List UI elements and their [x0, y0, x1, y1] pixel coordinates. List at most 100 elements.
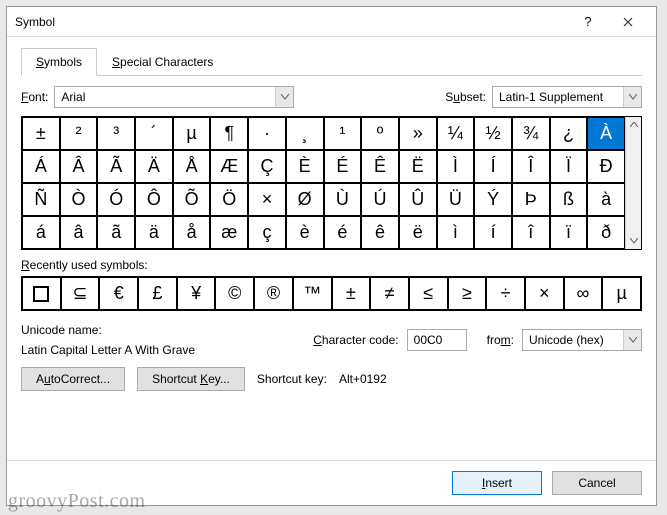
- symbol-cell[interactable]: ×: [248, 183, 286, 216]
- symbol-cell[interactable]: ±: [22, 117, 60, 150]
- tab-special-characters[interactable]: Special Characters: [97, 48, 228, 76]
- titlebar: Symbol ?: [7, 7, 656, 37]
- symbol-cell[interactable]: Ú: [361, 183, 399, 216]
- chevron-down-icon: [623, 330, 641, 350]
- symbol-cell[interactable]: Ê: [361, 150, 399, 183]
- symbol-cell[interactable]: Ð: [587, 150, 625, 183]
- symbol-cell[interactable]: Þ: [512, 183, 550, 216]
- recent-symbol-cell[interactable]: ∞: [564, 277, 603, 310]
- scroll-track[interactable]: [626, 133, 641, 233]
- recent-symbol-cell[interactable]: ≠: [370, 277, 409, 310]
- symbol-cell[interactable]: ï: [550, 216, 588, 249]
- symbol-cell[interactable]: ¶: [210, 117, 248, 150]
- symbol-cell[interactable]: å: [173, 216, 211, 249]
- symbol-cell[interactable]: À: [587, 117, 625, 150]
- symbol-cell[interactable]: ã: [97, 216, 135, 249]
- symbol-cell[interactable]: Ì: [437, 150, 475, 183]
- symbol-cell[interactable]: Ô: [135, 183, 173, 216]
- symbol-cell[interactable]: ä: [135, 216, 173, 249]
- recent-symbol-cell[interactable]: [22, 277, 61, 310]
- symbol-cell[interactable]: á: [22, 216, 60, 249]
- symbol-cell[interactable]: é: [324, 216, 362, 249]
- from-label: from:: [487, 333, 514, 347]
- recent-symbol-cell[interactable]: ©: [215, 277, 254, 310]
- symbol-cell[interactable]: à: [587, 183, 625, 216]
- autocorrect-button[interactable]: AutoCorrect...: [21, 367, 125, 391]
- recent-symbol-cell[interactable]: €: [99, 277, 138, 310]
- symbol-cell[interactable]: è: [286, 216, 324, 249]
- symbol-cell[interactable]: ¹: [324, 117, 362, 150]
- symbol-cell[interactable]: ·: [248, 117, 286, 150]
- help-button[interactable]: ?: [568, 8, 608, 36]
- symbol-cell[interactable]: É: [324, 150, 362, 183]
- recent-symbol-cell[interactable]: ≥: [448, 277, 487, 310]
- symbol-cell[interactable]: ²: [60, 117, 98, 150]
- symbol-cell[interactable]: Ï: [550, 150, 588, 183]
- symbol-cell[interactable]: Ë: [399, 150, 437, 183]
- insert-button[interactable]: Insert: [452, 471, 542, 495]
- symbol-cell[interactable]: Ç: [248, 150, 286, 183]
- close-button[interactable]: [608, 8, 648, 36]
- recent-symbol-cell[interactable]: µ: [602, 277, 641, 310]
- symbol-cell[interactable]: Ä: [135, 150, 173, 183]
- symbol-cell[interactable]: ¸: [286, 117, 324, 150]
- scroll-up-button[interactable]: [626, 117, 641, 133]
- symbol-cell[interactable]: Ù: [324, 183, 362, 216]
- symbol-cell[interactable]: Û: [399, 183, 437, 216]
- symbol-cell[interactable]: ´: [135, 117, 173, 150]
- recent-symbol-cell[interactable]: ±: [332, 277, 371, 310]
- symbol-cell[interactable]: È: [286, 150, 324, 183]
- symbol-cell[interactable]: Æ: [210, 150, 248, 183]
- symbol-cell[interactable]: Ø: [286, 183, 324, 216]
- tab-symbols[interactable]: Symbols: [21, 48, 97, 76]
- symbol-cell[interactable]: »: [399, 117, 437, 150]
- cancel-button[interactable]: Cancel: [552, 471, 642, 495]
- symbol-cell[interactable]: Ã: [97, 150, 135, 183]
- symbol-cell[interactable]: ¿: [550, 117, 588, 150]
- symbol-cell[interactable]: Ü: [437, 183, 475, 216]
- symbol-cell[interactable]: î: [512, 216, 550, 249]
- symbol-cell[interactable]: ç: [248, 216, 286, 249]
- symbol-cell[interactable]: ê: [361, 216, 399, 249]
- char-code-input[interactable]: [407, 329, 467, 351]
- symbol-cell[interactable]: Í: [474, 150, 512, 183]
- symbol-cell[interactable]: Á: [22, 150, 60, 183]
- symbol-cell[interactable]: Ñ: [22, 183, 60, 216]
- symbol-cell[interactable]: Å: [173, 150, 211, 183]
- symbol-cell[interactable]: ³: [97, 117, 135, 150]
- symbol-cell[interactable]: Ó: [97, 183, 135, 216]
- symbol-cell[interactable]: ë: [399, 216, 437, 249]
- recent-symbol-cell[interactable]: ™: [293, 277, 332, 310]
- symbol-cell[interactable]: ¾: [512, 117, 550, 150]
- symbol-cell[interactable]: Ö: [210, 183, 248, 216]
- font-combo[interactable]: Arial: [54, 86, 294, 108]
- symbol-cell[interactable]: Î: [512, 150, 550, 183]
- symbol-cell[interactable]: æ: [210, 216, 248, 249]
- recent-symbol-cell[interactable]: ≤: [409, 277, 448, 310]
- symbol-cell[interactable]: º: [361, 117, 399, 150]
- subset-combo[interactable]: Latin-1 Supplement: [492, 86, 642, 108]
- symbol-cell[interactable]: ¼: [437, 117, 475, 150]
- scroll-down-button[interactable]: [626, 233, 641, 249]
- symbol-cell[interactable]: Â: [60, 150, 98, 183]
- from-combo[interactable]: Unicode (hex): [522, 329, 642, 351]
- symbol-cell[interactable]: µ: [173, 117, 211, 150]
- symbol-cell[interactable]: ì: [437, 216, 475, 249]
- symbol-cell[interactable]: ½: [474, 117, 512, 150]
- symbol-cell[interactable]: â: [60, 216, 98, 249]
- recent-symbol-cell[interactable]: ®: [254, 277, 293, 310]
- recent-symbol-cell[interactable]: ×: [525, 277, 564, 310]
- scrollbar[interactable]: [625, 117, 641, 249]
- font-label: Font:: [21, 90, 48, 104]
- recent-symbol-cell[interactable]: ÷: [486, 277, 525, 310]
- symbol-cell[interactable]: ß: [550, 183, 588, 216]
- symbol-cell[interactable]: Ý: [474, 183, 512, 216]
- recent-symbol-cell[interactable]: ⊆: [61, 277, 100, 310]
- symbol-cell[interactable]: Õ: [173, 183, 211, 216]
- recent-symbol-cell[interactable]: £: [138, 277, 177, 310]
- symbol-cell[interactable]: í: [474, 216, 512, 249]
- recent-symbol-cell[interactable]: ¥: [177, 277, 216, 310]
- symbol-cell[interactable]: Ò: [60, 183, 98, 216]
- symbol-cell[interactable]: ð: [587, 216, 625, 249]
- shortcut-key-button[interactable]: Shortcut Key...: [137, 367, 245, 391]
